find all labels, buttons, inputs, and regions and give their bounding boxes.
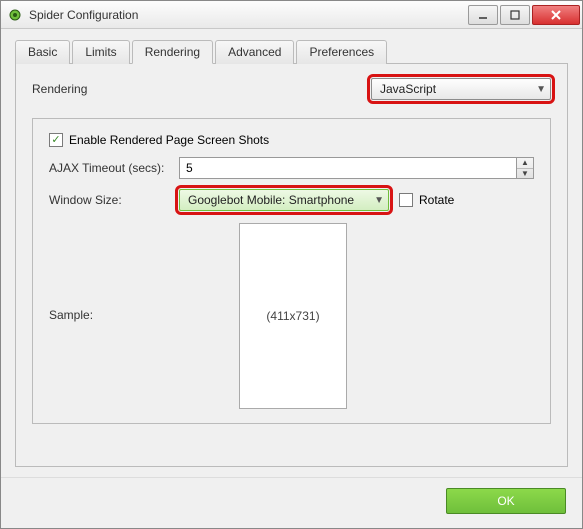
rotate-checkbox[interactable] bbox=[399, 193, 413, 207]
tabs: Basic Limits Rendering Advanced Preferen… bbox=[15, 39, 568, 64]
rendering-select[interactable]: JavaScript ▼ bbox=[371, 78, 551, 100]
enable-screenshots-label: Enable Rendered Page Screen Shots bbox=[69, 133, 269, 147]
rotate-wrap: Rotate bbox=[399, 193, 454, 207]
sample-preview: (411x731) bbox=[239, 223, 347, 409]
spinner-down-icon[interactable]: ▼ bbox=[517, 169, 533, 179]
window-size-row: Window Size: Googlebot Mobile: Smartphon… bbox=[49, 189, 534, 211]
window-size-select[interactable]: Googlebot Mobile: Smartphone ▼ bbox=[179, 189, 389, 211]
rendering-value: JavaScript bbox=[380, 82, 436, 96]
titlebar: Spider Configuration bbox=[1, 1, 582, 29]
ok-button[interactable]: OK bbox=[446, 488, 566, 514]
ajax-timeout-input[interactable] bbox=[179, 157, 516, 179]
window-size-value: Googlebot Mobile: Smartphone bbox=[188, 193, 354, 207]
chevron-down-icon: ▼ bbox=[536, 84, 546, 95]
sample-dimensions: (411x731) bbox=[266, 309, 319, 323]
rendering-row: Rendering JavaScript ▼ bbox=[32, 78, 551, 100]
window-title: Spider Configuration bbox=[29, 8, 468, 22]
tab-limits[interactable]: Limits bbox=[72, 40, 129, 64]
tab-basic[interactable]: Basic bbox=[15, 40, 70, 64]
enable-screenshots-row: ✓ Enable Rendered Page Screen Shots bbox=[49, 133, 534, 147]
sample-label: Sample: bbox=[49, 223, 179, 409]
ajax-timeout-spinner[interactable]: ▲ ▼ bbox=[179, 157, 534, 179]
spinner-buttons: ▲ ▼ bbox=[516, 157, 534, 179]
content-area: Basic Limits Rendering Advanced Preferen… bbox=[1, 29, 582, 477]
screenshots-panel: ✓ Enable Rendered Page Screen Shots AJAX… bbox=[32, 118, 551, 424]
rendering-label: Rendering bbox=[32, 82, 142, 96]
maximize-button[interactable] bbox=[500, 5, 530, 25]
tab-preferences[interactable]: Preferences bbox=[296, 40, 387, 64]
rotate-label: Rotate bbox=[419, 193, 454, 207]
tab-advanced[interactable]: Advanced bbox=[215, 40, 294, 64]
dialog-window: Spider Configuration Basic Limits Render… bbox=[0, 0, 583, 529]
app-icon bbox=[7, 7, 23, 23]
tab-rendering[interactable]: Rendering bbox=[132, 40, 213, 64]
window-buttons bbox=[468, 5, 580, 25]
sample-row: Sample: (411x731) bbox=[49, 223, 534, 409]
minimize-button[interactable] bbox=[468, 5, 498, 25]
close-button[interactable] bbox=[532, 5, 580, 25]
tab-panel-rendering: Rendering JavaScript ▼ ✓ Enable Rendered… bbox=[15, 64, 568, 467]
ok-label: OK bbox=[497, 494, 514, 508]
ajax-timeout-label: AJAX Timeout (secs): bbox=[49, 161, 179, 175]
window-size-label: Window Size: bbox=[49, 193, 179, 207]
enable-screenshots-checkbox[interactable]: ✓ bbox=[49, 133, 63, 147]
footer: OK bbox=[1, 477, 582, 528]
ajax-timeout-row: AJAX Timeout (secs): ▲ ▼ bbox=[49, 157, 534, 179]
check-icon: ✓ bbox=[51, 135, 60, 146]
chevron-down-icon: ▼ bbox=[374, 195, 384, 206]
spinner-up-icon[interactable]: ▲ bbox=[517, 158, 533, 169]
